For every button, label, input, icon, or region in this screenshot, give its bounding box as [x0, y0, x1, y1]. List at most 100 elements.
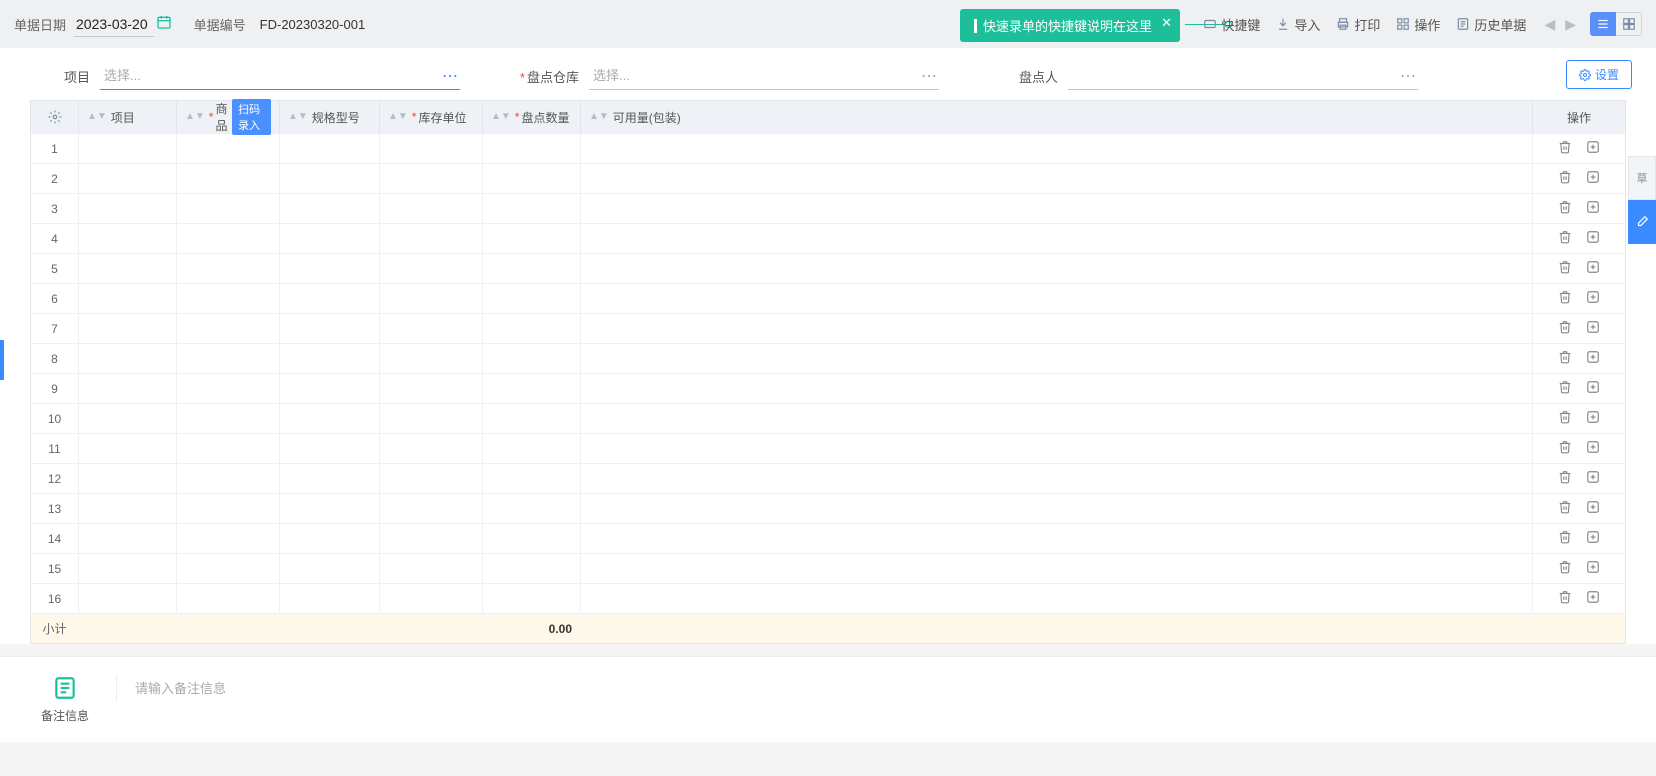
- cell-unit[interactable]: [380, 134, 483, 163]
- next-arrow-icon[interactable]: ▶: [1561, 14, 1580, 35]
- side-tab-draft[interactable]: 草: [1628, 156, 1656, 200]
- cell-avail[interactable]: [581, 524, 1533, 553]
- cell-unit[interactable]: [380, 284, 483, 313]
- import-button[interactable]: 导入: [1270, 11, 1326, 38]
- cell-spec[interactable]: [280, 404, 380, 433]
- add-row-button[interactable]: [1586, 470, 1600, 487]
- table-row[interactable]: 12: [31, 463, 1625, 493]
- cell-qty[interactable]: [483, 194, 581, 223]
- prev-arrow-icon[interactable]: ◀: [1540, 14, 1559, 35]
- cell-qty[interactable]: [483, 284, 581, 313]
- cell-qty[interactable]: [483, 404, 581, 433]
- cell-qty[interactable]: [483, 224, 581, 253]
- cell-qty[interactable]: [483, 344, 581, 373]
- cell-goods[interactable]: [177, 164, 280, 193]
- cell-unit[interactable]: [380, 194, 483, 223]
- cell-goods[interactable]: [177, 404, 280, 433]
- cell-project[interactable]: [79, 524, 177, 553]
- cell-unit[interactable]: [380, 434, 483, 463]
- table-row[interactable]: 6: [31, 283, 1625, 313]
- cell-goods[interactable]: [177, 344, 280, 373]
- add-row-button[interactable]: [1586, 350, 1600, 367]
- table-row[interactable]: 7: [31, 313, 1625, 343]
- delete-row-button[interactable]: [1558, 560, 1572, 577]
- cell-spec[interactable]: [280, 284, 380, 313]
- delete-row-button[interactable]: [1558, 140, 1572, 157]
- add-row-button[interactable]: [1586, 500, 1600, 517]
- table-row[interactable]: 15: [31, 553, 1625, 583]
- cell-goods[interactable]: [177, 194, 280, 223]
- cell-goods[interactable]: [177, 284, 280, 313]
- cell-qty[interactable]: [483, 584, 581, 613]
- cell-project[interactable]: [79, 464, 177, 493]
- table-row[interactable]: 5: [31, 253, 1625, 283]
- add-row-button[interactable]: [1586, 170, 1600, 187]
- cell-avail[interactable]: [581, 284, 1533, 313]
- cell-avail[interactable]: [581, 164, 1533, 193]
- operate-button[interactable]: 操作: [1390, 11, 1446, 38]
- date-value[interactable]: 2023-03-20: [74, 12, 154, 37]
- cell-unit[interactable]: [380, 524, 483, 553]
- cell-spec[interactable]: [280, 164, 380, 193]
- cell-spec[interactable]: [280, 374, 380, 403]
- add-row-button[interactable]: [1586, 410, 1600, 427]
- delete-row-button[interactable]: [1558, 170, 1572, 187]
- cell-qty[interactable]: [483, 134, 581, 163]
- print-button[interactable]: 打印: [1330, 11, 1386, 38]
- cell-goods[interactable]: [177, 494, 280, 523]
- add-row-button[interactable]: [1586, 560, 1600, 577]
- person-picker-icon[interactable]: ⋯: [1400, 66, 1417, 86]
- cell-unit[interactable]: [380, 374, 483, 403]
- remark-input[interactable]: [135, 675, 1626, 702]
- cell-avail[interactable]: [581, 434, 1533, 463]
- add-row-button[interactable]: [1586, 380, 1600, 397]
- cell-unit[interactable]: [380, 584, 483, 613]
- cell-avail[interactable]: [581, 314, 1533, 343]
- cell-project[interactable]: [79, 404, 177, 433]
- cell-project[interactable]: [79, 584, 177, 613]
- cell-spec[interactable]: [280, 134, 380, 163]
- cell-qty[interactable]: [483, 494, 581, 523]
- cell-spec[interactable]: [280, 554, 380, 583]
- cell-qty[interactable]: [483, 164, 581, 193]
- cell-spec[interactable]: [280, 494, 380, 523]
- cell-project[interactable]: [79, 224, 177, 253]
- cell-unit[interactable]: [380, 404, 483, 433]
- cell-avail[interactable]: [581, 344, 1533, 373]
- delete-row-button[interactable]: [1558, 530, 1572, 547]
- cell-qty[interactable]: [483, 374, 581, 403]
- add-row-button[interactable]: [1586, 200, 1600, 217]
- cell-goods[interactable]: [177, 224, 280, 253]
- cell-spec[interactable]: [280, 584, 380, 613]
- cell-unit[interactable]: [380, 314, 483, 343]
- cell-avail[interactable]: [581, 584, 1533, 613]
- cell-qty[interactable]: [483, 554, 581, 583]
- table-row[interactable]: 10: [31, 403, 1625, 433]
- side-tab-edit[interactable]: [1628, 200, 1656, 244]
- cell-project[interactable]: [79, 554, 177, 583]
- cell-avail[interactable]: [581, 494, 1533, 523]
- cell-project[interactable]: [79, 314, 177, 343]
- cell-spec[interactable]: [280, 344, 380, 373]
- cell-project[interactable]: [79, 434, 177, 463]
- cell-qty[interactable]: [483, 464, 581, 493]
- cell-project[interactable]: [79, 194, 177, 223]
- delete-row-button[interactable]: [1558, 230, 1572, 247]
- cell-unit[interactable]: [380, 254, 483, 283]
- table-row[interactable]: 14: [31, 523, 1625, 553]
- cell-goods[interactable]: [177, 524, 280, 553]
- settings-button[interactable]: 设置: [1566, 60, 1632, 89]
- cell-goods[interactable]: [177, 254, 280, 283]
- cell-qty[interactable]: [483, 524, 581, 553]
- warehouse-picker-icon[interactable]: ⋯: [921, 66, 938, 86]
- cell-unit[interactable]: [380, 554, 483, 583]
- delete-row-button[interactable]: [1558, 500, 1572, 517]
- col-goods[interactable]: ▲▼*商品扫码录入: [177, 101, 280, 133]
- col-spec[interactable]: ▲▼规格型号: [280, 101, 380, 133]
- cell-project[interactable]: [79, 344, 177, 373]
- add-row-button[interactable]: [1586, 530, 1600, 547]
- add-row-button[interactable]: [1586, 260, 1600, 277]
- cell-avail[interactable]: [581, 224, 1533, 253]
- project-input[interactable]: [100, 62, 460, 90]
- person-input[interactable]: [1068, 62, 1418, 90]
